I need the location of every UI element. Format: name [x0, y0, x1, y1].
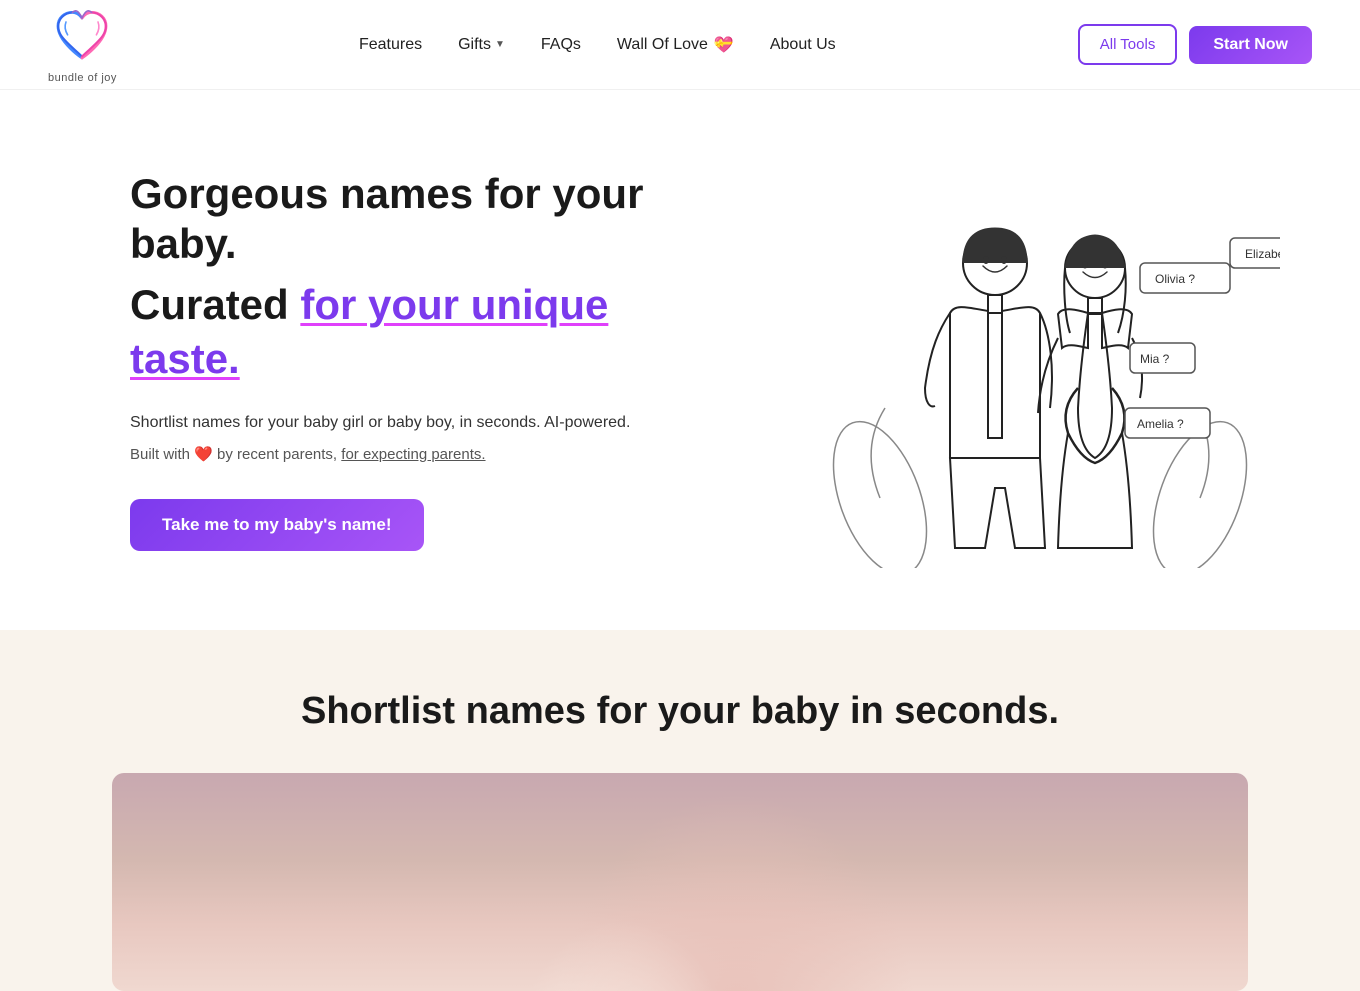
nav-item-features[interactable]: Features [359, 36, 422, 54]
hero-section: Gorgeous names for your baby. Curated fo… [0, 90, 1360, 630]
nav-actions: All Tools Start Now [1078, 24, 1312, 65]
hero-illustration: Olivia ? Elizabeth ? Emily ? Camila ? Ch… [800, 148, 1280, 573]
nav-links: Features Gifts ▼ FAQs Wall Of Love 💝 Abo… [359, 35, 836, 55]
built-by-prefix: Built with ❤️ by recent parents, [130, 446, 341, 463]
svg-text:Mia ?: Mia ? [1140, 352, 1170, 366]
shortlist-title: Shortlist names for your baby in seconds… [0, 690, 1360, 733]
built-by-link[interactable]: for expecting parents. [341, 446, 485, 463]
nav-item-about-us[interactable]: About Us [770, 36, 836, 54]
nav-link-about-us[interactable]: About Us [770, 36, 836, 53]
hero-built-by: Built with ❤️ by recent parents, for exp… [130, 445, 690, 463]
shortlist-section: Shortlist names for your baby in seconds… [0, 630, 1360, 991]
nav-link-faqs[interactable]: FAQs [541, 36, 581, 53]
nav-link-wall-of-love: Wall Of Love [617, 36, 708, 54]
svg-text:Elizabeth ?: Elizabeth ? [1245, 247, 1280, 261]
hero-title-line2: Curated for your unique taste. [130, 278, 690, 387]
chevron-down-icon: ▼ [495, 39, 505, 50]
brand-name: bundle of joy [48, 72, 117, 84]
logo-icon [50, 6, 114, 70]
couple-photo [112, 773, 1248, 991]
heart-emoji-icon: 💝 [714, 35, 734, 55]
nav-item-wall-of-love[interactable]: Wall Of Love 💝 [617, 35, 734, 55]
nav-link-gifts: Gifts [458, 36, 491, 54]
nav-link-features[interactable]: Features [359, 36, 422, 53]
hero-title-line1: Gorgeous names for your baby. [130, 169, 690, 270]
logo[interactable]: bundle of joy [48, 6, 117, 84]
navbar: bundle of joy Features Gifts ▼ FAQs Wall… [0, 0, 1360, 90]
cta-button[interactable]: Take me to my baby's name! [130, 499, 424, 551]
hero-content: Gorgeous names for your baby. Curated fo… [130, 169, 690, 551]
start-now-button[interactable]: Start Now [1189, 26, 1312, 64]
nav-item-faqs[interactable]: FAQs [541, 36, 581, 54]
photo-inner [112, 773, 1248, 991]
hero-curated-prefix: Curated [130, 281, 300, 328]
svg-text:Olivia ?: Olivia ? [1155, 272, 1195, 286]
couple-illustration: Olivia ? Elizabeth ? Emily ? Camila ? Ch… [800, 148, 1280, 568]
nav-item-gifts[interactable]: Gifts ▼ [458, 36, 505, 54]
all-tools-button[interactable]: All Tools [1078, 24, 1178, 65]
svg-text:Amelia ?: Amelia ? [1137, 417, 1184, 431]
hero-subtitle: Shortlist names for your baby girl or ba… [130, 411, 690, 435]
